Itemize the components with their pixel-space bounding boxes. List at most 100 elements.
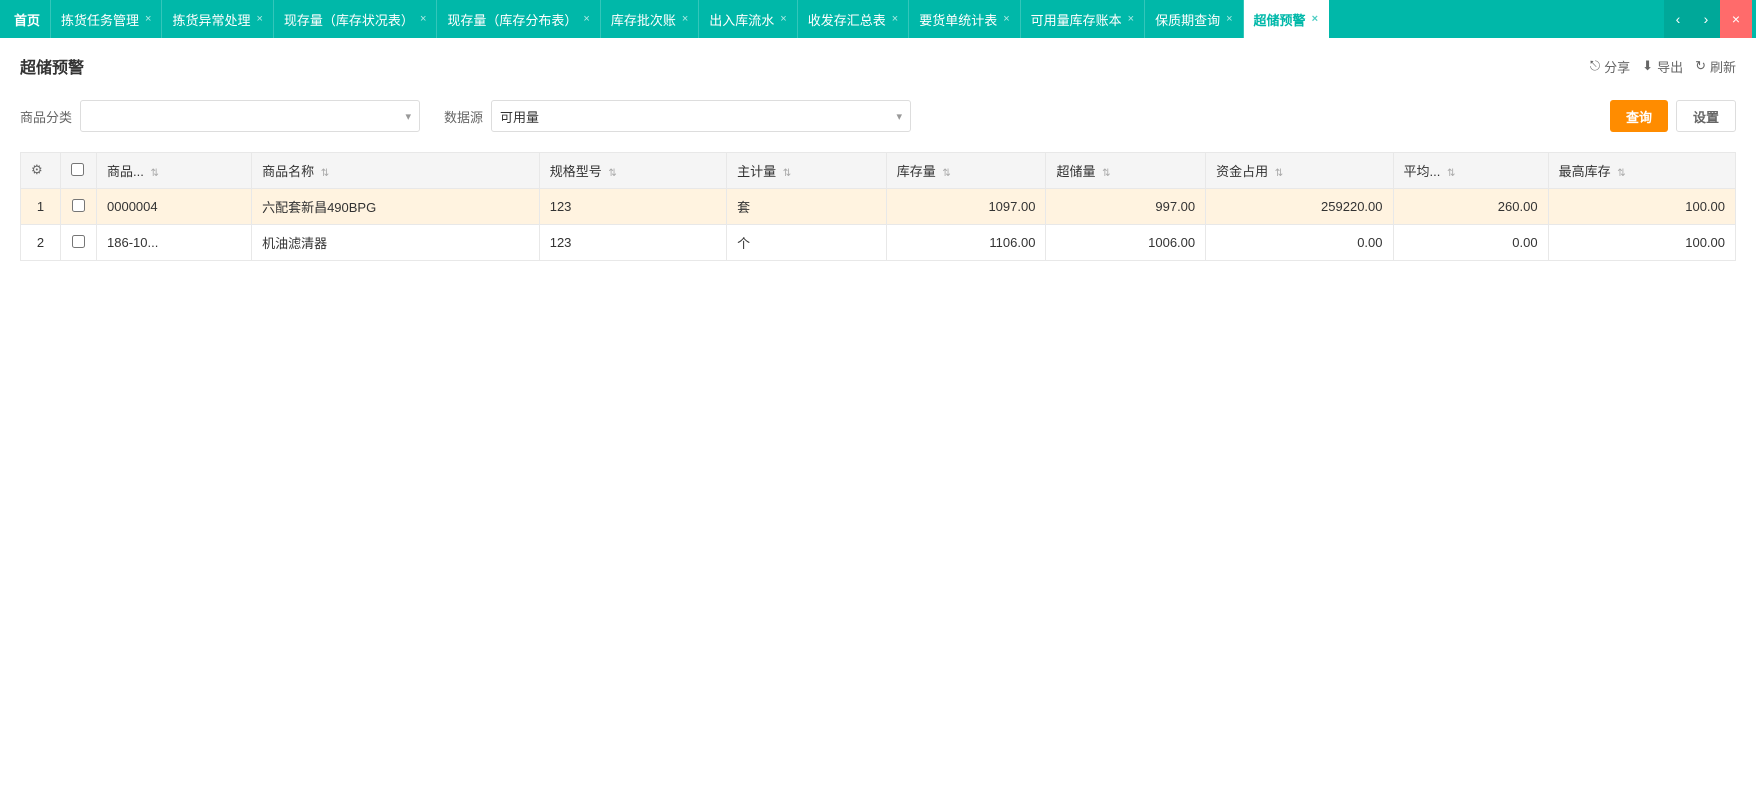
tab-8-close[interactable]: × [1003,13,1009,25]
tab-4-close[interactable]: × [583,13,589,25]
export-button[interactable]: ⬇ 导出 [1642,57,1683,76]
row-num: 2 [21,225,61,261]
th-capital-usage[interactable]: 资金占用 ⇅ [1206,153,1393,189]
sort-icon-2: ⇅ [321,168,329,179]
sort-icon-6: ⇅ [1102,168,1110,179]
tab-9-close[interactable]: × [1128,13,1134,25]
top-navigation: 首页 拣货任务管理 × 拣货异常处理 × 现存量（库存状况表） × 现存量（库存… [0,0,1756,38]
avg-price: 0.00 [1393,225,1548,261]
table-header: ⚙ 商品... ⇅ 商品名称 ⇅ 规格型号 ⇅ 主计量 [21,153,1736,189]
tab-10[interactable]: 保质期查询 × [1145,0,1243,38]
unit: 套 [727,189,887,225]
nav-close-all-button[interactable]: × [1720,0,1752,38]
th-over-stock[interactable]: 超储量 ⇅ [1046,153,1206,189]
chevron-down-icon-2: ▾ [897,110,903,123]
tab-5[interactable]: 库存批次账 × [601,0,699,38]
product-name: 六配套新昌490BPG [252,189,540,225]
export-icon: ⬇ [1642,58,1653,74]
page-content: 超储预警 ⎋ 分享 ⬇ 导出 ↻ 刷新 商品分类 ▾ 数据源 [0,38,1756,800]
sort-icon: ⇅ [150,168,158,179]
over-stock: 1006.00 [1046,225,1206,261]
sort-icon-7: ⇅ [1275,168,1283,179]
table-header-row: ⚙ 商品... ⇅ 商品名称 ⇅ 规格型号 ⇅ 主计量 [21,153,1736,189]
data-source-filter: 数据源 可用量 ▾ [444,100,911,132]
page-title: 超储预警 [20,54,84,78]
th-product-code[interactable]: 商品... ⇅ [97,153,252,189]
select-all-checkbox[interactable] [71,163,84,176]
spec: 123 [539,225,726,261]
th-checkbox [61,153,97,189]
page-header: 超储预警 ⎋ 分享 ⬇ 导出 ↻ 刷新 [20,54,1736,78]
tab-7[interactable]: 收发存汇总表 × [798,0,909,38]
tab-6-close[interactable]: × [780,13,786,25]
th-stock[interactable]: 库存量 ⇅ [886,153,1046,189]
settings-button[interactable]: 设置 [1676,100,1736,132]
share-button[interactable]: ⎋ 分享 [1590,57,1630,76]
nav-next-button[interactable]: › [1692,0,1720,38]
row-checkbox-0[interactable] [72,199,85,212]
sort-icon-4: ⇅ [783,168,791,179]
row-num: 1 [21,189,61,225]
row-checkbox-1[interactable] [72,235,85,248]
max-stock: 100.00 [1548,189,1735,225]
product-category-filter: 商品分类 ▾ [20,100,420,132]
chevron-down-icon: ▾ [405,110,411,123]
nav-arrows: ‹ › × [1664,0,1752,38]
unit: 个 [727,225,887,261]
nav-home[interactable]: 首页 [4,0,51,38]
tab-3[interactable]: 现存量（库存状况表） × [274,0,437,38]
row-checkbox-cell [61,225,97,261]
refresh-icon: ↻ [1695,58,1706,74]
capital-usage: 0.00 [1206,225,1393,261]
th-max-stock[interactable]: 最高库存 ⇅ [1548,153,1735,189]
tab-2[interactable]: 拣货异常处理 × [162,0,273,38]
sort-icon-9: ⇅ [1617,168,1625,179]
product-code: 0000004 [97,189,252,225]
tab-11[interactable]: 超储预警 × [1244,0,1329,38]
filter-actions: 查询 设置 [1610,100,1736,132]
sort-icon-5: ⇅ [942,168,950,179]
sort-icon-3: ⇅ [608,168,616,179]
th-unit[interactable]: 主计量 ⇅ [727,153,887,189]
avg-price: 260.00 [1393,189,1548,225]
tab-7-close[interactable]: × [892,13,898,25]
tab-2-close[interactable]: × [256,13,262,25]
tab-8[interactable]: 要货单统计表 × [909,0,1020,38]
product-category-label: 商品分类 [20,107,72,126]
tab-5-close[interactable]: × [682,13,688,25]
spec: 123 [539,189,726,225]
th-product-name[interactable]: 商品名称 ⇅ [252,153,540,189]
refresh-button[interactable]: ↻ 刷新 [1695,57,1736,76]
tab-6[interactable]: 出入库流水 × [699,0,797,38]
sort-icon-8: ⇅ [1447,168,1455,179]
table-row: 2 186-10... 机油滤清器 123 个 1106.00 1006.00 … [21,225,1736,261]
product-code: 186-10... [97,225,252,261]
th-spec[interactable]: 规格型号 ⇅ [539,153,726,189]
product-name: 机油滤清器 [252,225,540,261]
data-source-select[interactable]: 可用量 ▾ [491,100,911,132]
stock: 1106.00 [886,225,1046,261]
tab-11-close[interactable]: × [1312,13,1318,25]
tab-10-close[interactable]: × [1226,13,1232,25]
tab-1-close[interactable]: × [145,13,151,25]
over-stock: 997.00 [1046,189,1206,225]
product-category-select[interactable]: ▾ [80,100,420,132]
tab-4[interactable]: 现存量（库存分布表） × [437,0,600,38]
tab-9[interactable]: 可用量库存账本 × [1021,0,1145,38]
nav-prev-button[interactable]: ‹ [1664,0,1692,38]
query-button[interactable]: 查询 [1610,100,1668,132]
stock: 1097.00 [886,189,1046,225]
header-actions: ⎋ 分享 ⬇ 导出 ↻ 刷新 [1590,57,1736,76]
table-row: 1 0000004 六配套新昌490BPG 123 套 1097.00 997.… [21,189,1736,225]
table-body: 1 0000004 六配套新昌490BPG 123 套 1097.00 997.… [21,189,1736,261]
data-source-value: 可用量 [500,107,539,126]
th-avg-price[interactable]: 平均... ⇅ [1393,153,1548,189]
max-stock: 100.00 [1548,225,1735,261]
th-settings: ⚙ [21,153,61,189]
tab-3-close[interactable]: × [420,13,426,25]
data-table: ⚙ 商品... ⇅ 商品名称 ⇅ 规格型号 ⇅ 主计量 [20,152,1736,261]
row-checkbox-cell [61,189,97,225]
capital-usage: 259220.00 [1206,189,1393,225]
gear-icon[interactable]: ⚙ [31,162,49,180]
tab-1[interactable]: 拣货任务管理 × [51,0,162,38]
